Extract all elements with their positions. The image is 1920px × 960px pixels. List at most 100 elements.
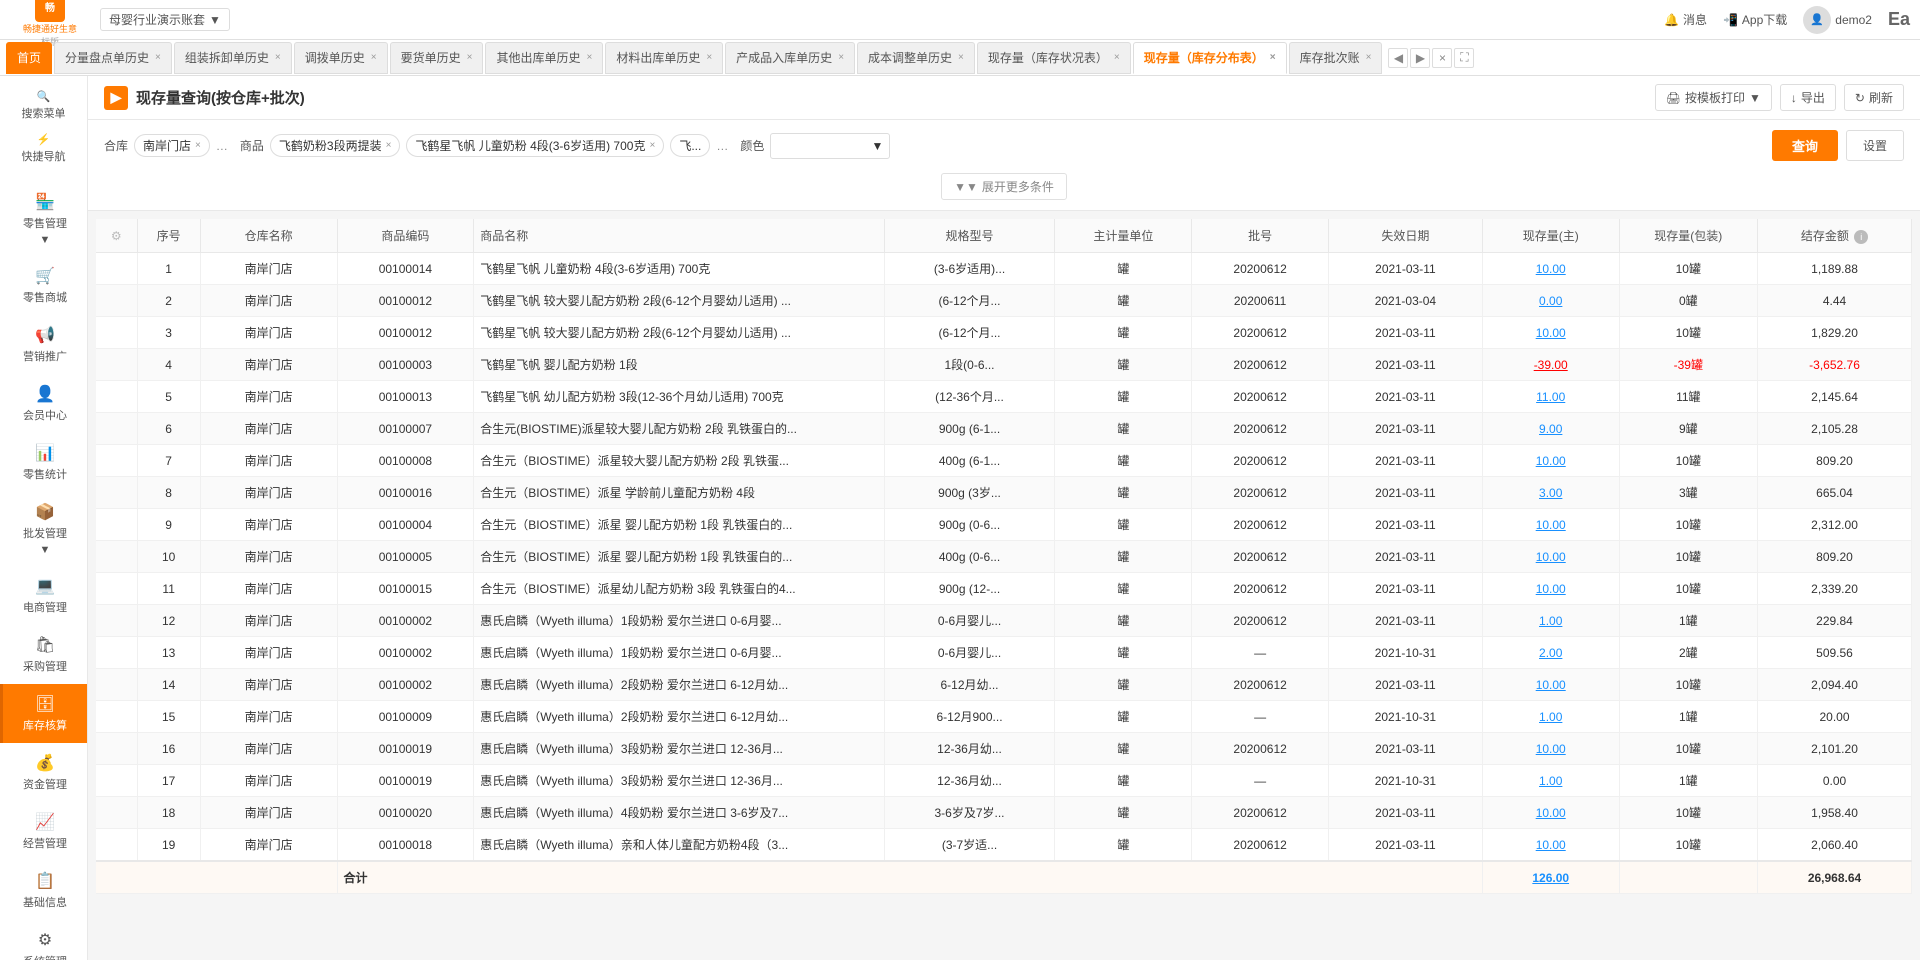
query-btn[interactable]: 查询 <box>1772 130 1838 161</box>
row-qty-main-14[interactable]: 1.00 <box>1482 701 1619 733</box>
export-btn[interactable]: ↓ 导出 <box>1780 84 1836 111</box>
tab-close-inventory-status[interactable]: × <box>1114 52 1120 63</box>
sidebar-item-retail-mgmt[interactable]: 🏪 零售管理 ▼ <box>0 182 87 256</box>
row-balance-12: 509.56 <box>1758 637 1912 669</box>
row-qty-main-10[interactable]: 10.00 <box>1482 573 1619 605</box>
tab-close-material-out[interactable]: × <box>706 52 712 63</box>
sidebar-item-operation[interactable]: 📈 经营管理 <box>0 802 87 861</box>
print-btn[interactable]: 🖨 按模板打印 ▼ <box>1655 84 1772 111</box>
sidebar-item-marketing[interactable]: 📢 营销推广 <box>0 315 87 374</box>
warehouse-more[interactable]: … <box>216 139 228 153</box>
account-selector[interactable]: 母婴行业演示账套 ▼ <box>100 8 230 31</box>
tab-close-yao-huo[interactable]: × <box>467 52 473 63</box>
row-qty-main-16[interactable]: 1.00 <box>1482 765 1619 797</box>
tab-inventory-dist[interactable]: 现存量（库存分布表） × <box>1133 42 1287 74</box>
row-warehouse-14: 南岸门店 <box>200 701 337 733</box>
sidebar-search-menu[interactable]: 🔍 搜索菜单 <box>4 84 83 127</box>
page-actions: 🖨 按模板打印 ▼ ↓ 导出 ↻ 刷新 <box>1655 84 1904 111</box>
sidebar-item-member[interactable]: 👤 会员中心 <box>0 374 87 433</box>
color-input[interactable]: ▼ <box>770 133 890 159</box>
tab-fullscreen-btn[interactable]: ⛶ <box>1454 48 1474 68</box>
tab-close-inventory-dist[interactable]: × <box>1270 52 1276 63</box>
sidebar-item-purchase[interactable]: 🛍 采购管理 <box>0 625 87 684</box>
row-qty-main-4[interactable]: 11.00 <box>1482 381 1619 413</box>
tab-cost-adj[interactable]: 成本调整单历史 × <box>857 42 975 74</box>
row-qty-main-2[interactable]: 10.00 <box>1482 317 1619 349</box>
table-container: ⚙ 序号 仓库名称 商品编码 商品名称 规格型号 主计量单位 批号 失效日期 现… <box>88 211 1920 960</box>
tab-close-all-btn[interactable]: × <box>1432 48 1452 68</box>
row-spec-0: (3-6岁适用)... <box>884 253 1055 285</box>
row-qty-main-15[interactable]: 10.00 <box>1482 733 1619 765</box>
row-qty-main-0[interactable]: 10.00 <box>1482 253 1619 285</box>
tab-close-product-in[interactable]: × <box>838 52 844 63</box>
sidebar-item-wholesale[interactable]: 📦 批发管理 ▼ <box>0 492 87 566</box>
user-avatar[interactable]: 👤 demo2 <box>1803 6 1872 34</box>
row-qty-main-13[interactable]: 10.00 <box>1482 669 1619 701</box>
tab-close-diao-bo[interactable]: × <box>371 52 377 63</box>
sidebar-item-ecommerce[interactable]: 💻 电商管理 <box>0 566 87 625</box>
expand-btn[interactable]: ▼▼ 展开更多条件 <box>941 173 1067 200</box>
sidebar-quick-nav[interactable]: ⚡ 快捷导航 <box>4 127 83 170</box>
goods-tag-2[interactable]: 飞鹤星飞帆 儿童奶粉 4段(3-6岁适用) 700克 × <box>406 134 664 157</box>
th-no: 序号 <box>137 219 200 253</box>
tab-inventory-status[interactable]: 现存量（库存状况表） × <box>977 42 1131 74</box>
tab-next-btn[interactable]: ▶ <box>1410 48 1430 68</box>
tab-other-out[interactable]: 其他出库单历史 × <box>485 42 603 74</box>
tab-zu-chai[interactable]: 组装拆卸单历史 × <box>174 42 292 74</box>
row-qty-main-1[interactable]: 0.00 <box>1482 285 1619 317</box>
goods-tag-more[interactable]: 飞... <box>670 134 710 157</box>
messages-btn[interactable]: 🔔 消息 <box>1664 11 1707 28</box>
footer-row: 合计 126.00 26,968.64 <box>96 861 1912 894</box>
tab-close-other-out[interactable]: × <box>586 52 592 63</box>
row-check-4 <box>96 381 137 413</box>
row-qty-main-7[interactable]: 3.00 <box>1482 477 1619 509</box>
goods-tag-1[interactable]: 飞鹤奶粉3段两提装 × <box>270 134 401 157</box>
tab-prev-btn[interactable]: ◀ <box>1388 48 1408 68</box>
setting-btn[interactable]: 设置 <box>1846 130 1904 161</box>
operation-icon: 📈 <box>35 812 55 832</box>
warehouse-tag-close[interactable]: × <box>195 140 201 151</box>
sidebar-item-finance[interactable]: 💰 资金管理 <box>0 743 87 802</box>
refresh-btn[interactable]: ↻ 刷新 <box>1844 84 1904 111</box>
sidebar-item-basic[interactable]: 📋 基础信息 <box>0 861 87 920</box>
tab-close-zu-chai[interactable]: × <box>275 52 281 63</box>
row-qty-main-6[interactable]: 10.00 <box>1482 445 1619 477</box>
sidebar-item-retail-store[interactable]: 🛒 零售商城 <box>0 256 87 315</box>
row-qty-main-17[interactable]: 10.00 <box>1482 797 1619 829</box>
tab-product-in[interactable]: 产成品入库单历史 × <box>725 42 855 74</box>
sidebar-item-retail-stats[interactable]: 📊 零售统计 <box>0 433 87 492</box>
footer-pack-empty <box>1619 861 1757 894</box>
row-qty-main-9[interactable]: 10.00 <box>1482 541 1619 573</box>
tab-batch-account[interactable]: 库存批次账 × <box>1289 42 1383 74</box>
goods-tag-1-close[interactable]: × <box>386 140 392 151</box>
row-qty-main-11[interactable]: 1.00 <box>1482 605 1619 637</box>
system-icon: ⚙ <box>38 930 52 950</box>
tab-close-cost-adj[interactable]: × <box>958 52 964 63</box>
warehouse-tag[interactable]: 南岸门店 × <box>134 134 210 157</box>
row-qty-main-8[interactable]: 10.00 <box>1482 509 1619 541</box>
tab-diao-bo[interactable]: 调拨单历史 × <box>294 42 388 74</box>
table-body: 1 南岸门店 00100014 飞鹤星飞帆 儿童奶粉 4段(3-6岁适用) 70… <box>96 253 1912 862</box>
goods-tag-2-close[interactable]: × <box>649 140 655 151</box>
sidebar-item-system[interactable]: ⚙ 系统管理 <box>0 920 87 960</box>
gear-settings-icon[interactable]: ⚙ <box>111 229 122 243</box>
tab-fen-pan[interactable]: 分量盘点单历史 × <box>54 42 172 74</box>
row-no-10: 11 <box>137 573 200 605</box>
app-download-btn[interactable]: 📲 App下载 <box>1723 11 1787 28</box>
row-qty-main-3[interactable]: -39.00 <box>1482 349 1619 381</box>
row-qty-main-18[interactable]: 10.00 <box>1482 829 1619 862</box>
tab-close-fen-pan[interactable]: × <box>155 52 161 63</box>
sidebar-item-inventory[interactable]: 🗄 库存核算 <box>0 684 87 743</box>
footer-qty-total[interactable]: 126.00 <box>1482 861 1619 894</box>
tab-close-batch-account[interactable]: × <box>1366 52 1372 63</box>
row-qty-main-5[interactable]: 9.00 <box>1482 413 1619 445</box>
tab-material-out[interactable]: 材料出库单历史 × <box>605 42 723 74</box>
row-spec-8: 900g (0-6... <box>884 509 1055 541</box>
sidebar-toggle-btn[interactable]: ▶ <box>104 86 128 110</box>
tab-home[interactable]: 首页 <box>6 42 52 74</box>
bell-icon: 🔔 <box>1664 13 1679 27</box>
tab-yao-huo[interactable]: 要货单历史 × <box>390 42 484 74</box>
balance-info-icon[interactable]: i <box>1854 230 1868 244</box>
row-qty-main-12[interactable]: 2.00 <box>1482 637 1619 669</box>
goods-more[interactable]: … <box>716 139 728 153</box>
